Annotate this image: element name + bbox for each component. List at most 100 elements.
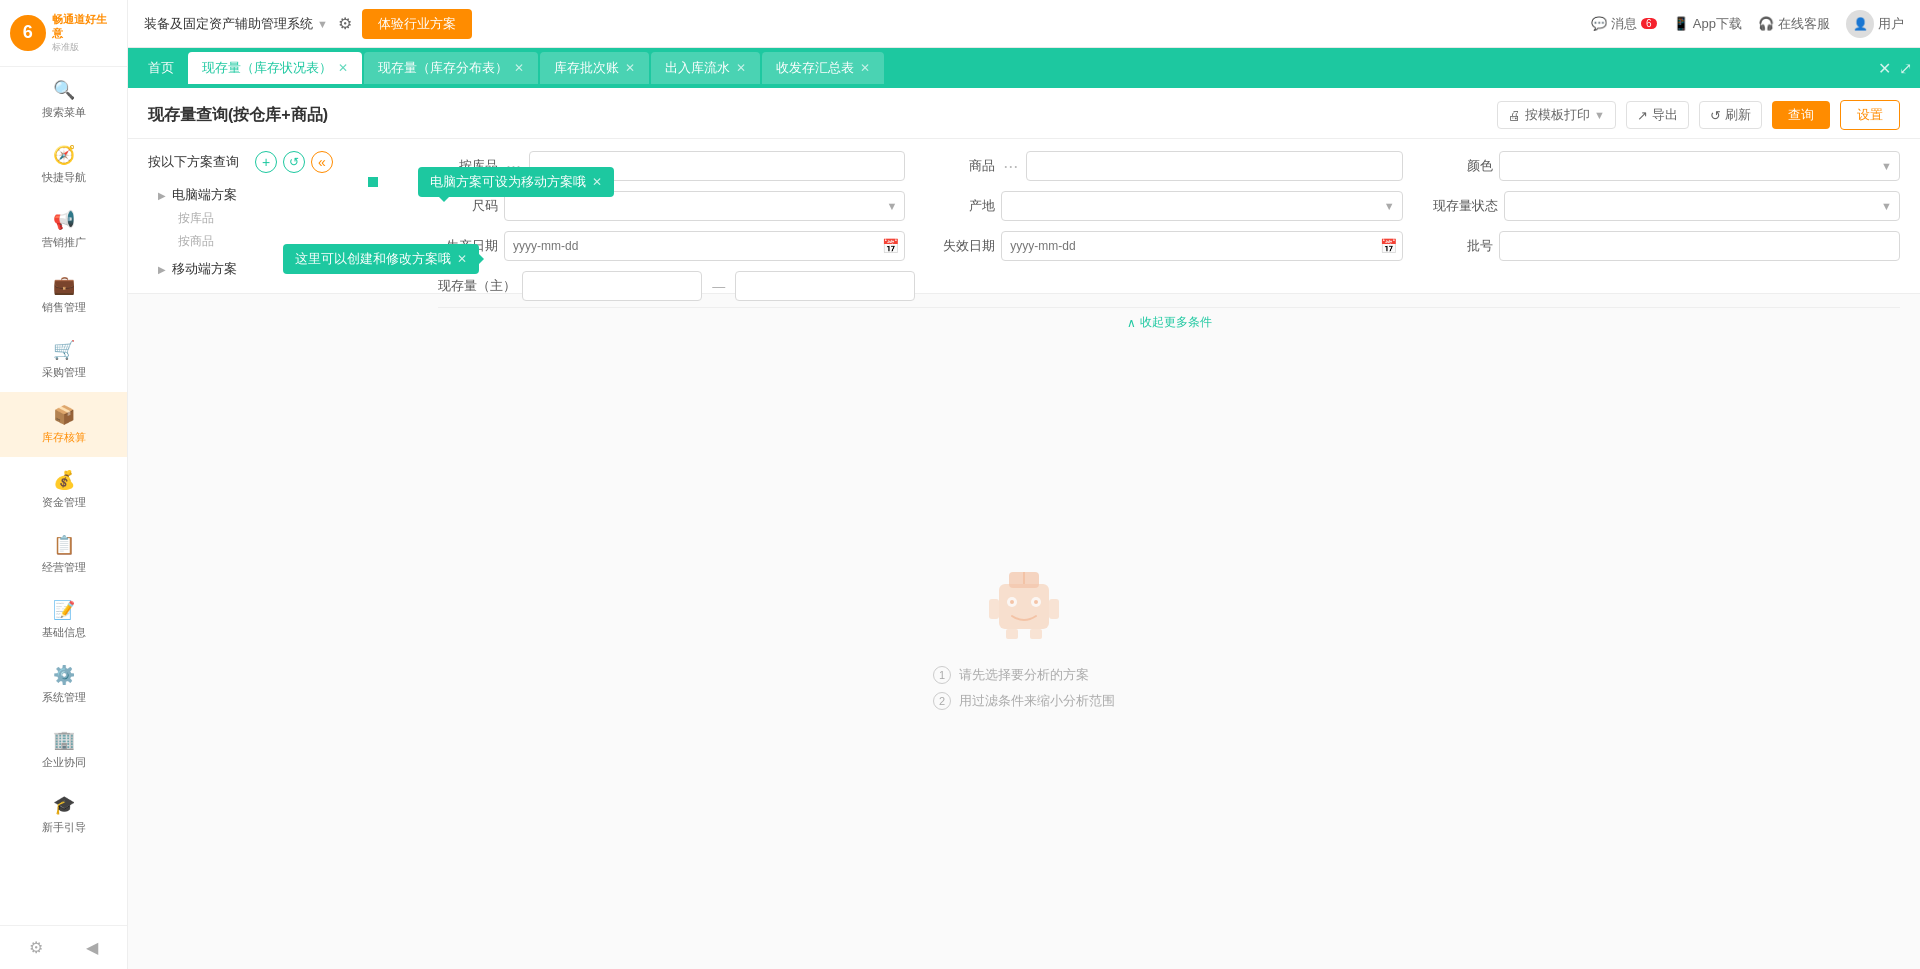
query-button[interactable]: 查询 (1772, 101, 1830, 129)
sidebar-item-purchase[interactable]: 🛒 采购管理 (0, 327, 127, 392)
prod-date-input[interactable] (504, 231, 905, 261)
sidebar-item-stock[interactable]: 📦 库存核算 (0, 392, 127, 457)
stock-status-select[interactable] (1504, 191, 1900, 221)
tab-bar: 首页 现存量（库存状况表） ✕ 现存量（库存分布表） ✕ 库存批次账 ✕ 出入库… (128, 48, 1920, 88)
svg-rect-9 (1006, 629, 1018, 639)
sidebar-item-label-sales: 销售管理 (42, 300, 86, 315)
sidebar-item-system[interactable]: ⚙️ 系统管理 (0, 652, 127, 717)
main-content: 装备及固定资产辅助管理系统 ▼ ⚙ 体验行业方案 💬 消息 6 📱 App下载 … (128, 0, 1920, 969)
sidebar-collapse-icon[interactable]: ◀ (82, 934, 102, 961)
collapse-label: 收起更多条件 (1140, 314, 1212, 331)
messages-item[interactable]: 💬 消息 6 (1591, 15, 1657, 33)
filter-fields-container: 按库品 ··· 商品 ··· 颜色 (438, 151, 1900, 337)
stock-main-field: 现存量（主） — (438, 271, 915, 301)
sidebar-item-label-basic: 基础信息 (42, 625, 86, 640)
tooltip-scheme-close[interactable]: ✕ (592, 175, 602, 189)
export-button[interactable]: ↗ 导出 (1626, 101, 1689, 129)
expire-date-label: 失效日期 (935, 237, 995, 255)
app-download-item[interactable]: 📱 App下载 (1673, 15, 1742, 33)
stock-status-label: 现存量状态 (1433, 197, 1498, 215)
expire-date-input[interactable] (1001, 231, 1402, 261)
tab-home[interactable]: 首页 (136, 52, 186, 84)
gear-icon[interactable]: ⚙ (338, 14, 352, 33)
export-icon: ↗ (1637, 108, 1648, 123)
sidebar-item-enterprise[interactable]: 🏢 企业协同 (0, 717, 127, 782)
sidebar-item-quick-nav[interactable]: 🧭 快捷导航 (0, 132, 127, 197)
sidebar-item-label-quick-nav: 快捷导航 (42, 170, 86, 185)
color-label: 颜色 (1433, 157, 1493, 175)
batch-label: 批号 (1433, 237, 1493, 255)
sidebar-settings-icon[interactable]: ⚙ (25, 934, 47, 961)
sidebar-item-label-search: 搜索菜单 (42, 105, 86, 120)
sidebar-item-guide[interactable]: 🎓 新手引导 (0, 782, 127, 847)
industry-plan-button[interactable]: 体验行业方案 (362, 9, 472, 39)
tab-stock-dist[interactable]: 现存量（库存分布表） ✕ (364, 52, 538, 84)
stock-main-to-input[interactable] (735, 271, 915, 301)
add-scheme-button[interactable]: + (255, 151, 277, 173)
sidebar-item-search[interactable]: 🔍 搜索菜单 (0, 67, 127, 132)
app-download-label: App下载 (1693, 15, 1742, 33)
logo-icon: 6 (10, 15, 46, 51)
tab-collect-summary-close[interactable]: ✕ (860, 61, 870, 75)
finance-icon: 💰 (53, 469, 75, 491)
marketing-icon: 📢 (53, 209, 75, 231)
system-dropdown-icon[interactable]: ▼ (317, 18, 328, 30)
back-scheme-button[interactable]: « (311, 151, 333, 173)
refresh-scheme-button[interactable]: ↺ (283, 151, 305, 173)
tab-close-all-icon[interactable]: ✕ (1878, 59, 1891, 78)
sidebar-item-basic[interactable]: 📝 基础信息 (0, 587, 127, 652)
tab-stock-batch-close[interactable]: ✕ (625, 61, 635, 75)
empty-step1: 1 请先选择要分析的方案 (933, 666, 1115, 684)
tab-bar-right: ✕ ⤢ (1878, 59, 1912, 78)
online-support-label: 在线客服 (1778, 15, 1830, 33)
user-item[interactable]: 👤 用户 (1846, 10, 1904, 38)
messages-badge: 6 (1641, 18, 1657, 29)
guide-icon: 🎓 (53, 794, 75, 816)
tab-inout-flow-close[interactable]: ✕ (736, 61, 746, 75)
tooltip-scheme-text: 电脑方案可设为移动方案哦 (430, 173, 586, 191)
tooltip-create-close[interactable]: ✕ (457, 252, 467, 266)
sidebar-item-operation[interactable]: 📋 经营管理 (0, 522, 127, 587)
tooltip-create-text: 这里可以创建和修改方案哦 (295, 250, 451, 268)
tab-inout-flow[interactable]: 出入库流水 ✕ (651, 52, 760, 84)
color-select[interactable] (1499, 151, 1900, 181)
svg-rect-8 (1049, 599, 1059, 619)
color-field: 颜色 ▼ (1433, 151, 1900, 181)
tab-stock-dist-close[interactable]: ✕ (514, 61, 524, 75)
sidebar-item-label-purchase: 采购管理 (42, 365, 86, 380)
stock-main-from-input[interactable] (522, 271, 702, 301)
template-print-button[interactable]: 🖨 按模板打印 ▼ (1497, 101, 1616, 129)
collapse-bar[interactable]: ∧ 收起更多条件 (438, 307, 1900, 337)
origin-select-wrapper: ▼ (1001, 191, 1402, 221)
sidebar-item-label-marketing: 营销推广 (42, 235, 86, 250)
template-print-label: 按模板打印 (1525, 106, 1590, 124)
origin-select[interactable] (1001, 191, 1402, 221)
filter-actions: + ↺ « (255, 151, 333, 173)
sidebar-item-marketing[interactable]: 📢 营销推广 (0, 197, 127, 262)
expire-date-field: 失效日期 📅 (935, 231, 1402, 261)
stock-icon: 📦 (53, 404, 75, 426)
message-icon: 💬 (1591, 16, 1607, 31)
tab-stock-batch-label: 库存批次账 (554, 59, 619, 77)
tab-stock-status[interactable]: 现存量（库存状况表） ✕ (188, 52, 362, 84)
batch-input[interactable] (1499, 231, 1900, 261)
tab-stock-status-label: 现存量（库存状况表） (202, 59, 332, 77)
sidebar-nav: 🔍 搜索菜单 🧭 快捷导航 📢 营销推广 💼 销售管理 🛒 采购管理 📦 库存核… (0, 67, 127, 925)
origin-label: 产地 (935, 197, 995, 215)
goods-input[interactable] (1026, 151, 1402, 181)
refresh-button[interactable]: ↺ 刷新 (1699, 101, 1762, 129)
tab-collect-summary-label: 收发存汇总表 (776, 59, 854, 77)
top-header: 装备及固定资产辅助管理系统 ▼ ⚙ 体验行业方案 💬 消息 6 📱 App下载 … (128, 0, 1920, 48)
empty-step2: 2 用过滤条件来缩小分析范围 (933, 692, 1115, 710)
sidebar-item-sales[interactable]: 💼 销售管理 (0, 262, 127, 327)
tab-collect-summary[interactable]: 收发存汇总表 ✕ (762, 52, 884, 84)
sidebar-item-finance[interactable]: 💰 资金管理 (0, 457, 127, 522)
tab-expand-icon[interactable]: ⤢ (1899, 59, 1912, 78)
tab-stock-status-close[interactable]: ✕ (338, 61, 348, 75)
filter-label: 按以下方案查询 (148, 153, 239, 171)
system-selector-wrapper: 装备及固定资产辅助管理系统 ▼ (144, 15, 328, 33)
tab-stock-batch[interactable]: 库存批次账 ✕ (540, 52, 649, 84)
online-support-item[interactable]: 🎧 在线客服 (1758, 15, 1830, 33)
logo-text: 畅通道好生意 (52, 12, 117, 41)
settings-button[interactable]: 设置 (1840, 100, 1900, 130)
